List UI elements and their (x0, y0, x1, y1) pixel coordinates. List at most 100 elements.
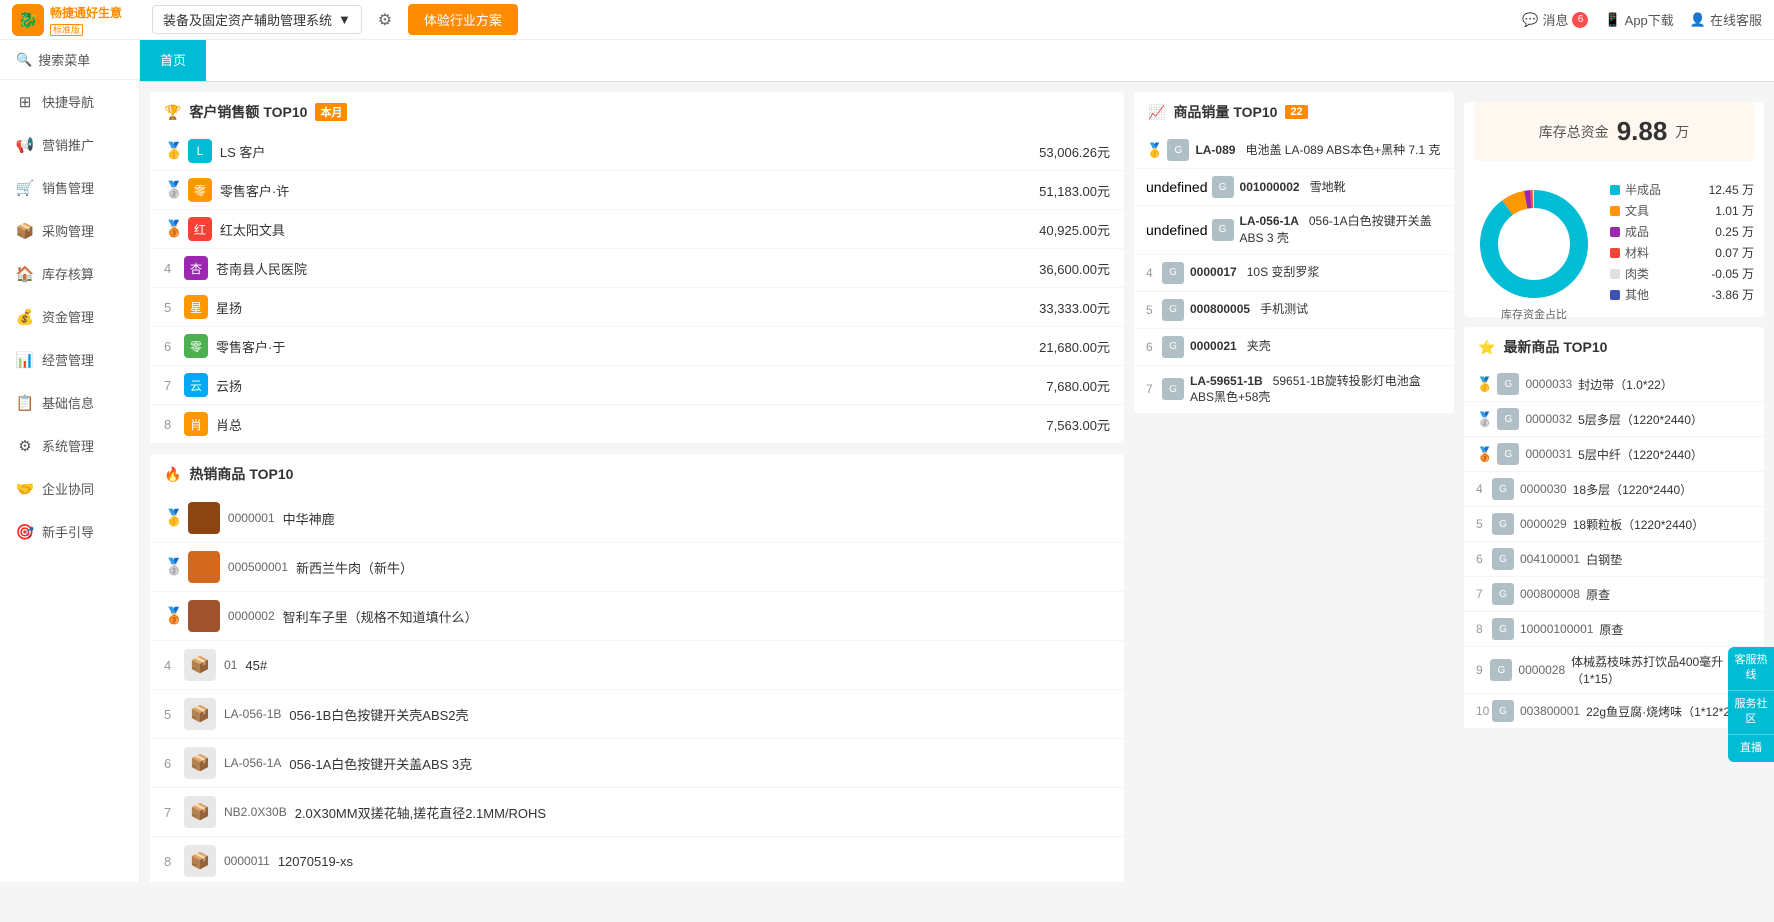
medal-icon: 🥇 (1476, 376, 1493, 393)
table-row: 4 杏 苍南县人民医院 36,600.00元 (150, 249, 1124, 288)
list-item: 7 G 000800008 原查 (1464, 577, 1764, 612)
trial-button[interactable]: 体验行业方案 (408, 4, 518, 35)
customer-name: 云扬 (216, 376, 1046, 395)
legend-item: 成品 0.25 万 (1610, 223, 1754, 240)
rank-number: 4 (164, 261, 184, 276)
layout: 🔍 搜索菜单 ⊞快捷导航📢营销推广🛒销售管理📦采购管理🏠库存核算💰资金管理📊经营… (0, 40, 1774, 882)
list-item: 🥉 G 0000031 5层中纤（1220*2440） (1464, 437, 1764, 472)
customer-amount: 53,006.26元 (1039, 142, 1110, 161)
cs-community-btn[interactable]: 服务社区 (1728, 691, 1774, 735)
list-item: 🥉 0000002 智利车子里（规格不知道填什么） (150, 592, 1124, 641)
list-item: 5 G 000800005 手机测试 (1134, 292, 1454, 329)
product-code: 0000011 (224, 854, 270, 868)
sidebar-item-basic[interactable]: 📋基础信息 (0, 381, 139, 424)
product-name: 智利车子里（规格不知道填什么） (283, 607, 478, 626)
sidebar-item-operation[interactable]: 📊经营管理 (0, 338, 139, 381)
list-item: 🥇 0000001 中华神鹿 (150, 494, 1124, 543)
gear-button[interactable]: ⚙ (370, 5, 400, 35)
right-panel: 库存总资金 9.88 万 (1464, 92, 1764, 882)
rank-number: 4 (164, 658, 184, 673)
mid-panel: 📈 商品销量 TOP10 22 🥇 G LA-089 电池盖 LA-089 AB… (1134, 92, 1454, 882)
topbar-middle: 装备及固定资产辅助管理系统 ▼ ⚙ 体验行业方案 (152, 4, 1522, 35)
list-item: 6 📦 LA-056-1A 056-1A白色按键开关盖ABS 3克 (150, 739, 1124, 788)
product-sales-list: 🥇 G LA-089 电池盖 LA-089 ABS本色+黑种 7.1 克 und… (1134, 132, 1454, 414)
table-row: 8 肖 肖总 7,563.00元 (150, 405, 1124, 444)
product-code: 0000031 (1525, 447, 1572, 461)
product-name: 056-1B白色按键开关壳ABS2壳 (289, 705, 468, 724)
product-icon: G (1490, 659, 1512, 681)
sidebar-item-system[interactable]: ⚙系统管理 (0, 424, 139, 467)
customer-ranking-tag: 本月 (315, 103, 347, 121)
product-code: 0000033 (1525, 377, 1572, 391)
sidebar-item-purchase[interactable]: 📦采购管理 (0, 209, 139, 252)
legend-item: 文具 1.01 万 (1610, 202, 1754, 219)
legend-value: 0.25 万 (1715, 223, 1754, 240)
medal-icon: 🥉 (164, 219, 184, 239)
search-menu[interactable]: 🔍 搜索菜单 (0, 40, 139, 80)
product-icon: G (1162, 299, 1184, 321)
product-info: 000800005 手机测试 (1190, 301, 1442, 318)
rank-number: 7 (1146, 382, 1162, 396)
latest-products-list: 🥇 G 0000033 封边带（1.0*22） 🥈 G 0000032 5层多层… (1464, 367, 1764, 729)
system-selector[interactable]: 装备及固定资产辅助管理系统 ▼ (152, 5, 362, 34)
product-name: 5层多层（1220*2440） (1578, 411, 1703, 428)
sidebar-item-inventory[interactable]: 🏠库存核算 (0, 252, 139, 295)
cs-live-btn[interactable]: 直播 (1728, 735, 1774, 762)
product-image (188, 502, 220, 534)
list-item: 🥇 G 0000033 封边带（1.0*22） (1464, 367, 1764, 402)
cs-hotline-btn[interactable]: 客服热线 (1728, 647, 1774, 691)
sidebar-item-finance[interactable]: 💰资金管理 (0, 295, 139, 338)
product-icon: G (1492, 618, 1514, 640)
rank-number: 5 (1476, 517, 1492, 531)
medal-icon: undefined (1146, 179, 1208, 195)
app-download-action[interactable]: 📱 App下载 (1604, 10, 1673, 29)
product-icon: 📦 (184, 796, 216, 828)
rank-number: 8 (1476, 622, 1492, 636)
product-icon: G (1492, 513, 1514, 535)
sidebar-icon-finance: 💰 (16, 308, 34, 326)
rank-number: 8 (164, 417, 184, 432)
product-code: 0000030 (1520, 482, 1567, 496)
product-code: 0000001 (228, 511, 275, 525)
legend-value: 1.01 万 (1715, 202, 1754, 219)
tab-home[interactable]: 首页 (140, 40, 206, 81)
rank-number: 10 (1476, 704, 1492, 718)
phone-icon: 📱 (1604, 12, 1620, 28)
message-action[interactable]: 💬 消息 6 (1522, 10, 1588, 29)
customer-ranking-list: 🥇 L LS 客户 53,006.26元 🥈 零 零售客户·许 51,183.0… (150, 132, 1124, 444)
sidebar-item-sales[interactable]: 🛒销售管理 (0, 166, 139, 209)
product-info: 001000002 雪地靴 (1240, 179, 1442, 196)
avatar: 零 (184, 334, 208, 358)
hot-products-section: 🔥 热销商品 TOP10 🥇 0000001 中华神鹿 🥈 000500001 … (150, 454, 1124, 882)
customer-name: 星扬 (216, 298, 1039, 317)
list-item: 4 G 0000030 18多层（1220*2440） (1464, 472, 1764, 507)
sidebar-icon-corp: 🤝 (16, 480, 34, 498)
product-icon: G (1492, 583, 1514, 605)
sidebar-item-guide[interactable]: 🎯新手引导 (0, 510, 139, 553)
product-code: 0000002 (228, 609, 275, 623)
sidebar-item-corp[interactable]: 🤝企业协同 (0, 467, 139, 510)
sidebar-item-marketing[interactable]: 📢营销推广 (0, 123, 139, 166)
hot-products-title: 热销商品 TOP10 (189, 464, 293, 484)
product-name: 封边带（1.0*22） (1578, 376, 1673, 393)
medal-icon: 🥇 (1146, 142, 1163, 159)
sidebar-item-quick-nav[interactable]: ⊞快捷导航 (0, 80, 139, 123)
list-item: 6 G 004100001 白钢垫 (1464, 542, 1764, 577)
inventory-total-label: 库存总资金 (1539, 122, 1609, 142)
customer-amount: 33,333.00元 (1039, 298, 1110, 317)
table-row: 🥈 零 零售客户·许 51,183.00元 (150, 171, 1124, 210)
donut-area: 库存资金占比 半成品 12.45 万 文具 1.01 万 成品 0.25 万 材… (1464, 171, 1764, 317)
product-name: 5层中纤（1220*2440） (1578, 446, 1703, 463)
product-sales-tag: 22 (1285, 105, 1307, 119)
nav-tabs: 首页 (140, 40, 1774, 82)
legend-dot (1610, 185, 1620, 195)
table-row: 5 星 星扬 33,333.00元 (150, 288, 1124, 327)
customer-amount: 7,680.00元 (1046, 376, 1110, 395)
online-service-action[interactable]: 👤 在线客服 (1690, 10, 1762, 29)
list-item: 8 📦 0000011 12070519-xs (150, 837, 1124, 882)
inventory-legend: 半成品 12.45 万 文具 1.01 万 成品 0.25 万 材料 0.07 … (1610, 181, 1754, 307)
avatar: 杏 (184, 256, 208, 280)
list-item: undefined G LA-056-1A 056-1A白色按键开关盖ABS 3… (1134, 206, 1454, 255)
rank-number: 4 (1146, 266, 1162, 280)
message-badge: 6 (1572, 12, 1588, 28)
